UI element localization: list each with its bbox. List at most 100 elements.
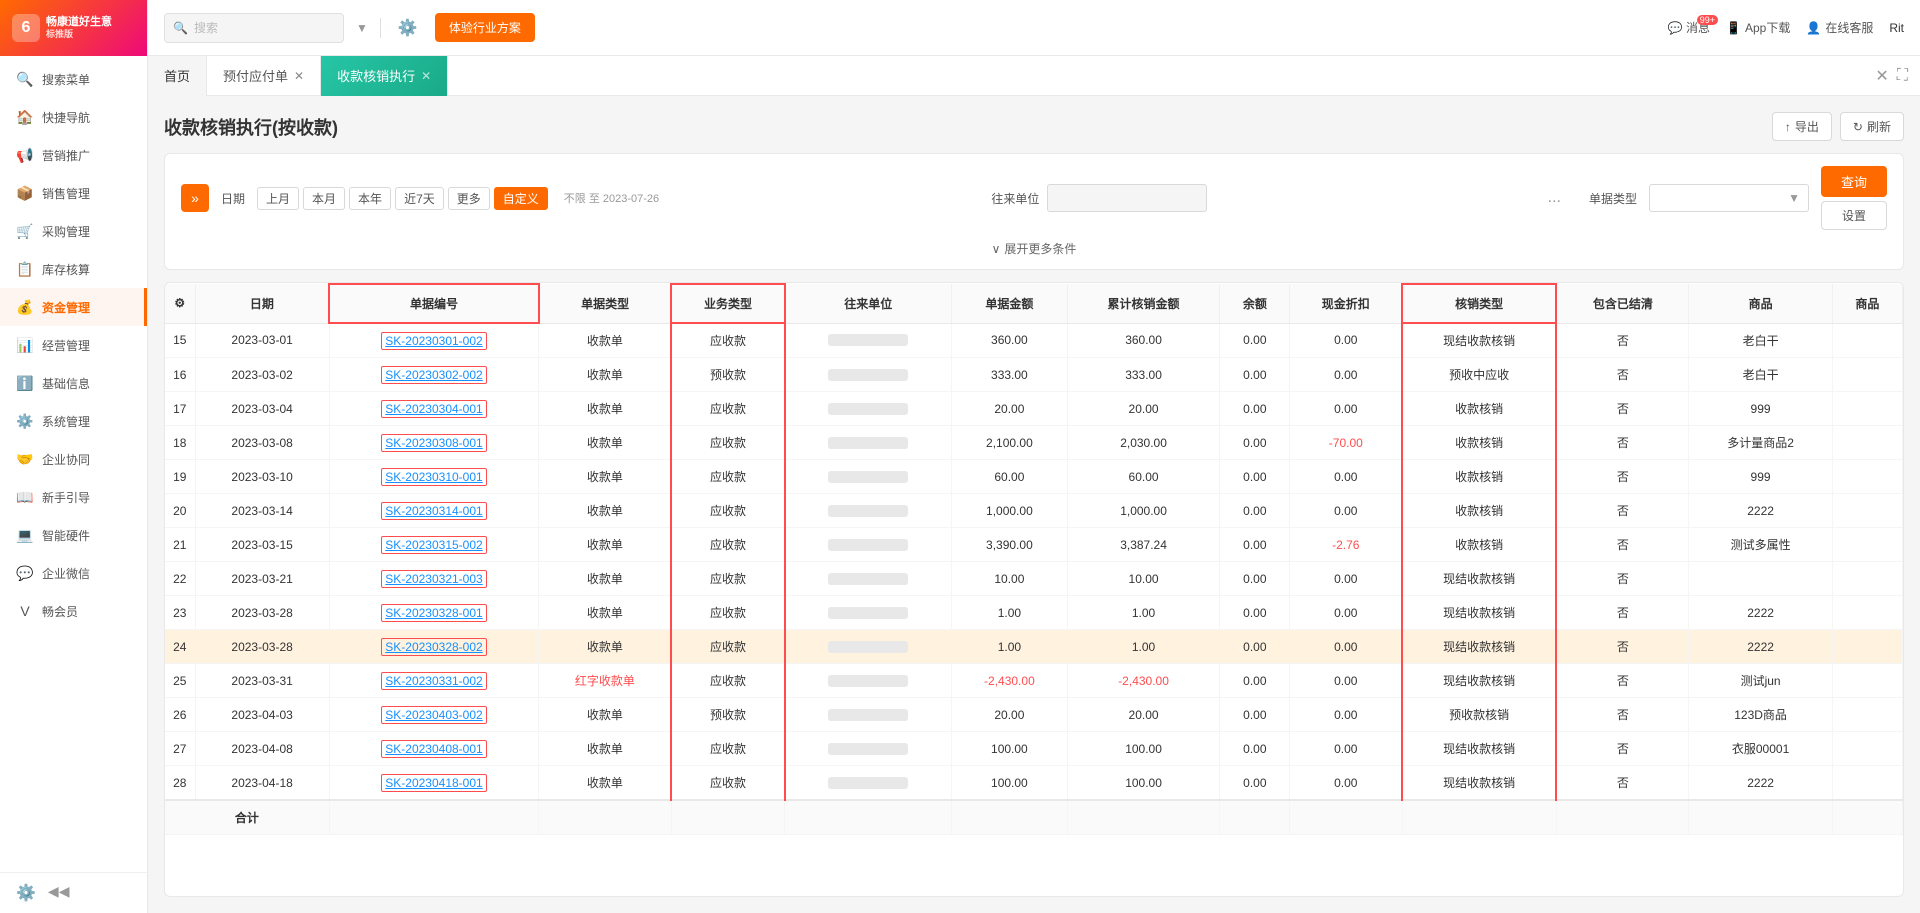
doc-no-link[interactable]: SK-20230321-003 <box>381 570 486 588</box>
table-row: 252023-03-31SK-20230331-002红字收款单应收款-2,43… <box>165 664 1903 698</box>
corp-icon: 🤝 <box>16 450 34 468</box>
message-badge[interactable]: 💬 消息 99+ <box>1668 19 1710 36</box>
page-content: 收款核销执行(按收款) ↑ 导出 ↻ 刷新 » 日期 <box>148 96 1920 913</box>
doc-no-link[interactable]: SK-20230328-001 <box>381 604 486 622</box>
hardware-icon: 💻 <box>16 526 34 544</box>
tab-expand-icon[interactable]: ⛶ <box>1897 67 1908 85</box>
table-row: 182023-03-08SK-20230308-001收款单应收款2,100.0… <box>165 426 1903 460</box>
industry-solution-button[interactable]: 体验行业方案 <box>435 13 535 42</box>
doc-no-link[interactable]: SK-20230314-001 <box>381 502 486 520</box>
table-footer-row: 合计 <box>165 800 1903 835</box>
purchase-icon: 🛒 <box>16 222 34 240</box>
table-settings-button[interactable]: 设置 <box>1821 201 1887 230</box>
data-table: ⚙ 日期 单据编号 单据类型 业务类型 往来单位 单据金额 累计核销金额 余额 … <box>165 283 1903 835</box>
th-goods: 商品 <box>1689 284 1832 323</box>
content-header: 收款核销执行(按收款) ↑ 导出 ↻ 刷新 <box>164 112 1904 141</box>
online-service[interactable]: 👤 在线客服 <box>1806 19 1873 36</box>
message-icon: 💬 <box>1668 21 1683 35</box>
logo-text: 畅康道好生意 标推版 <box>46 15 112 41</box>
app-download[interactable]: 📱 App下载 <box>1726 19 1790 36</box>
date-7days[interactable]: 近7天 <box>395 187 444 210</box>
date-this-month[interactable]: 本月 <box>303 187 345 210</box>
tab-prepay[interactable]: 预付应付单 ✕ <box>207 56 321 96</box>
doc-type-filter: 单据类型 ▼ <box>1589 184 1809 212</box>
sidebar-item-inventory[interactable]: 📋 库存核算 <box>0 250 147 288</box>
tab-close-all-icon[interactable]: ✕ <box>1875 66 1888 86</box>
sidebar-item-basic[interactable]: ℹ️ 基础信息 <box>0 364 147 402</box>
doc-no-link[interactable]: SK-20230408-001 <box>381 740 486 758</box>
sidebar-item-wechat[interactable]: 💬 企业微信 <box>0 554 147 592</box>
sales-icon: 📦 <box>16 184 34 202</box>
tabs-bar: 首页 预付应付单 ✕ 收款核销执行 ✕ ✕ ⛶ <box>148 56 1920 96</box>
settings-icon[interactable]: ⚙️ <box>16 883 36 903</box>
sidebar-item-ops[interactable]: 📊 经营管理 <box>0 326 147 364</box>
doc-no-link[interactable]: SK-20230403-002 <box>381 706 486 724</box>
topbar-search-box[interactable]: 🔍 搜索 <box>164 13 344 43</box>
date-last-month[interactable]: 上月 <box>257 187 299 210</box>
th-amount: 单据金额 <box>951 284 1067 323</box>
sidebar-item-marketing[interactable]: 📢 营销推广 <box>0 136 147 174</box>
filter-action-buttons: 查询 设置 <box>1821 166 1887 230</box>
topbar-dropdown-arrow[interactable]: ▼ <box>356 21 368 35</box>
member-icon: V <box>16 602 34 620</box>
doc-no-link[interactable]: SK-20230331-002 <box>381 672 486 690</box>
sidebar-item-sales[interactable]: 📦 销售管理 <box>0 174 147 212</box>
table-row: 162023-03-02SK-20230302-002收款单预收款333.003… <box>165 358 1903 392</box>
filter-expand-row: ∨ 展开更多条件 <box>181 240 1887 257</box>
sidebar-item-hardware[interactable]: 💻 智能硬件 <box>0 516 147 554</box>
th-doc-no: 单据编号 <box>329 284 539 323</box>
topbar: 🔍 搜索 ▼ ⚙️ 体验行业方案 💬 消息 99+ 📱 App下载 👤 在线客服… <box>148 0 1920 56</box>
sidebar-item-corp[interactable]: 🤝 企业协同 <box>0 440 147 478</box>
th-goods2: 商品 <box>1832 284 1902 323</box>
user-name[interactable]: Rit <box>1889 21 1904 35</box>
date-range-display: 不限 至 2023-07-26 <box>564 190 659 206</box>
data-table-wrapper: ⚙ 日期 单据编号 单据类型 业务类型 往来单位 单据金额 累计核销金额 余额 … <box>164 282 1904 897</box>
doc-no-link[interactable]: SK-20230328-002 <box>381 638 486 656</box>
th-acc-amount: 累计核销金额 <box>1067 284 1219 323</box>
expand-more-conditions[interactable]: ∨ 展开更多条件 <box>992 240 1077 257</box>
filter-row-1: » 日期 上月 本月 本年 近7天 更多 自定义 不限 至 2023-07-26… <box>181 166 1887 230</box>
date-this-year[interactable]: 本年 <box>349 187 391 210</box>
sidebar-item-member[interactable]: V 畅会员 <box>0 592 147 630</box>
doc-no-link[interactable]: SK-20230310-001 <box>381 468 486 486</box>
page-title: 收款核销执行(按收款) <box>164 114 338 140</box>
collapse-icon[interactable]: ◀◀ <box>48 883 70 903</box>
chevron-down-icon: ▼ <box>1788 191 1800 205</box>
service-icon: 👤 <box>1806 21 1821 35</box>
doc-no-link[interactable]: SK-20230418-001 <box>381 774 486 792</box>
date-buttons: 上月 本月 本年 近7天 更多 自定义 <box>257 187 548 210</box>
filter-expand-toggle[interactable]: » <box>181 184 209 212</box>
table-row: 222023-03-21SK-20230321-003收款单应收款10.0010… <box>165 562 1903 596</box>
date-custom[interactable]: 自定义 <box>494 187 548 210</box>
sidebar-item-system[interactable]: ⚙️ 系统管理 <box>0 402 147 440</box>
tab-close-collect[interactable]: ✕ <box>421 69 431 83</box>
search-icon: 🔍 <box>173 21 188 35</box>
topbar-gear-icon[interactable]: ⚙️ <box>393 13 423 43</box>
sidebar-item-search[interactable]: 🔍 搜索菜单 <box>0 60 147 98</box>
doc-no-link[interactable]: SK-20230304-001 <box>381 400 486 418</box>
tab-collect[interactable]: 收款核销执行 ✕ <box>321 56 448 96</box>
footer-label: 合计 <box>165 800 329 835</box>
ops-icon: 📊 <box>16 336 34 354</box>
table-body: 152023-03-01SK-20230301-002收款单应收款360.003… <box>165 323 1903 800</box>
query-button[interactable]: 查询 <box>1821 166 1887 197</box>
date-more[interactable]: 更多 <box>448 187 490 210</box>
partner-input[interactable] <box>1047 184 1207 212</box>
doc-no-link[interactable]: SK-20230308-001 <box>381 434 486 452</box>
tab-home[interactable]: 首页 <box>148 56 207 96</box>
sidebar-item-finance[interactable]: 💰 资金管理 <box>0 288 147 326</box>
gear-settings-icon[interactable]: ⚙ <box>174 296 185 310</box>
th-biz-type: 业务类型 <box>671 284 784 323</box>
doc-no-link[interactable]: SK-20230315-002 <box>381 536 486 554</box>
tab-close-prepay[interactable]: ✕ <box>294 69 304 83</box>
export-button[interactable]: ↑ 导出 <box>1772 112 1832 141</box>
doc-no-link[interactable]: SK-20230301-002 <box>381 332 486 350</box>
sidebar-item-quick[interactable]: 🏠 快捷导航 <box>0 98 147 136</box>
doc-type-select[interactable]: ▼ <box>1649 184 1809 212</box>
sidebar: 6 畅康道好生意 标推版 🔍 搜索菜单 🏠 快捷导航 📢 营销推广 📦 销售管理… <box>0 0 148 913</box>
wechat-icon: 💬 <box>16 564 34 582</box>
sidebar-item-guide[interactable]: 📖 新手引导 <box>0 478 147 516</box>
refresh-button[interactable]: ↻ 刷新 <box>1840 112 1904 141</box>
doc-no-link[interactable]: SK-20230302-002 <box>381 366 486 384</box>
sidebar-item-purchase[interactable]: 🛒 采购管理 <box>0 212 147 250</box>
